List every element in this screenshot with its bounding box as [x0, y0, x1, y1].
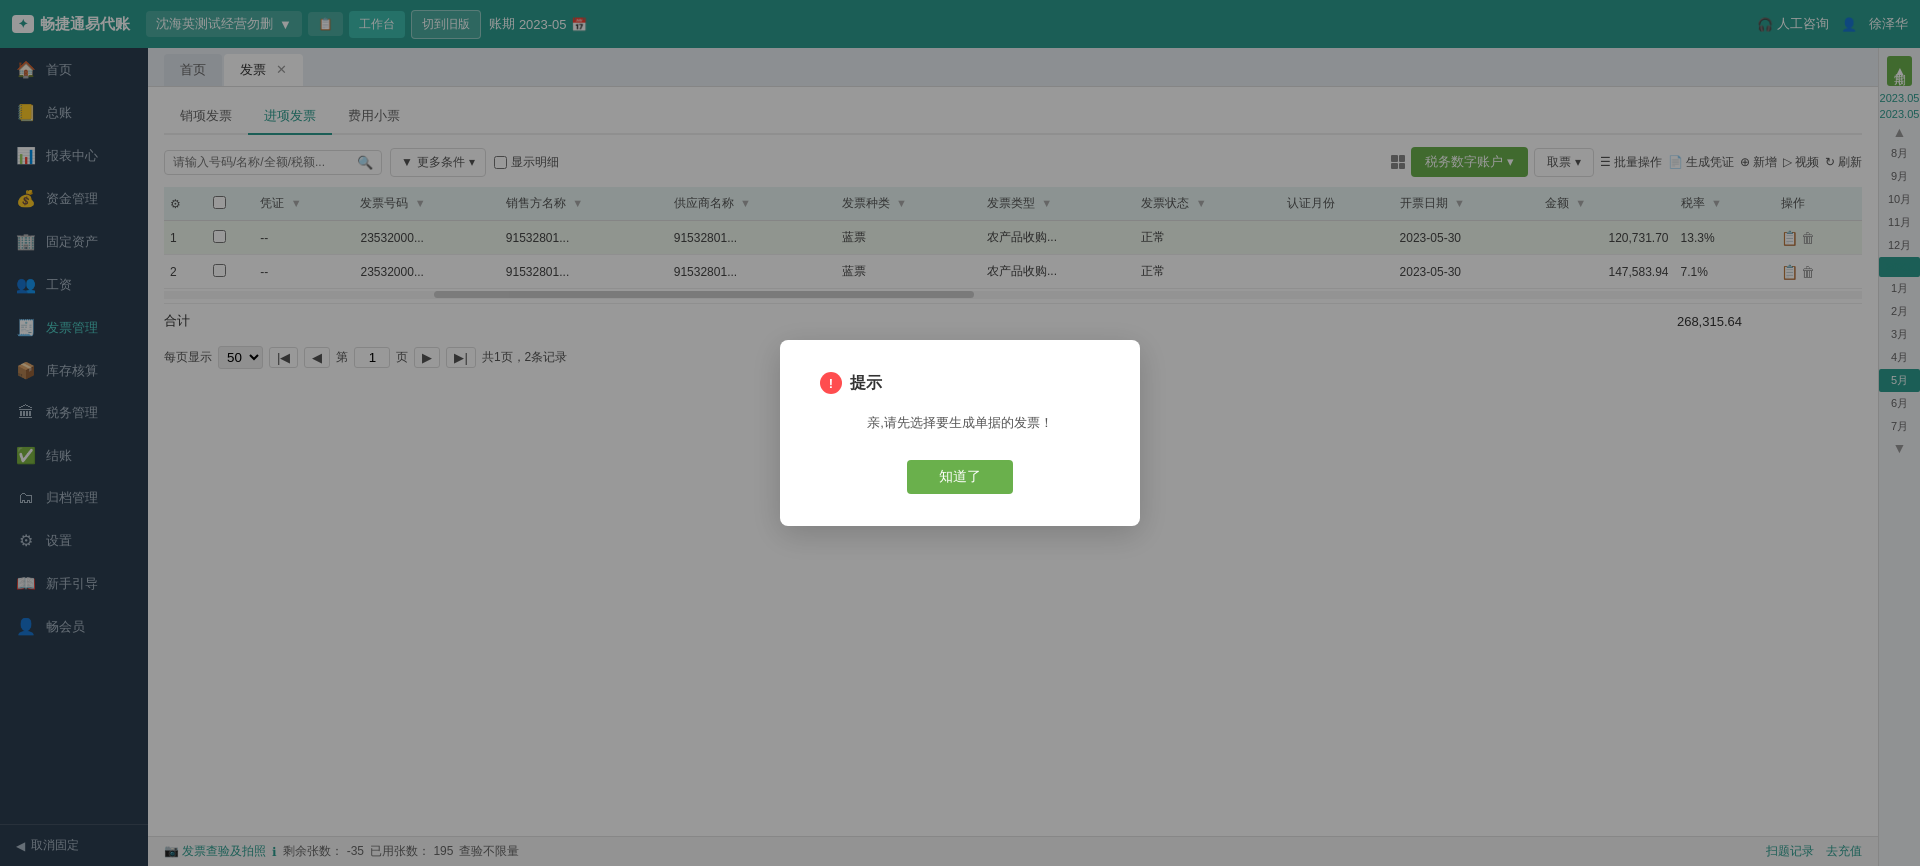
modal-title: 提示: [850, 373, 882, 394]
modal-box: ! 提示 亲,请先选择要生成单据的发票！ 知道了: [780, 340, 1140, 526]
modal-title-row: ! 提示: [820, 372, 1100, 394]
warning-icon: !: [820, 372, 842, 394]
modal-ok-btn[interactable]: 知道了: [907, 460, 1013, 494]
modal-body: 亲,请先选择要生成单据的发票！: [820, 414, 1100, 432]
modal-overlay: ! 提示 亲,请先选择要生成单据的发票！ 知道了: [0, 0, 1920, 866]
